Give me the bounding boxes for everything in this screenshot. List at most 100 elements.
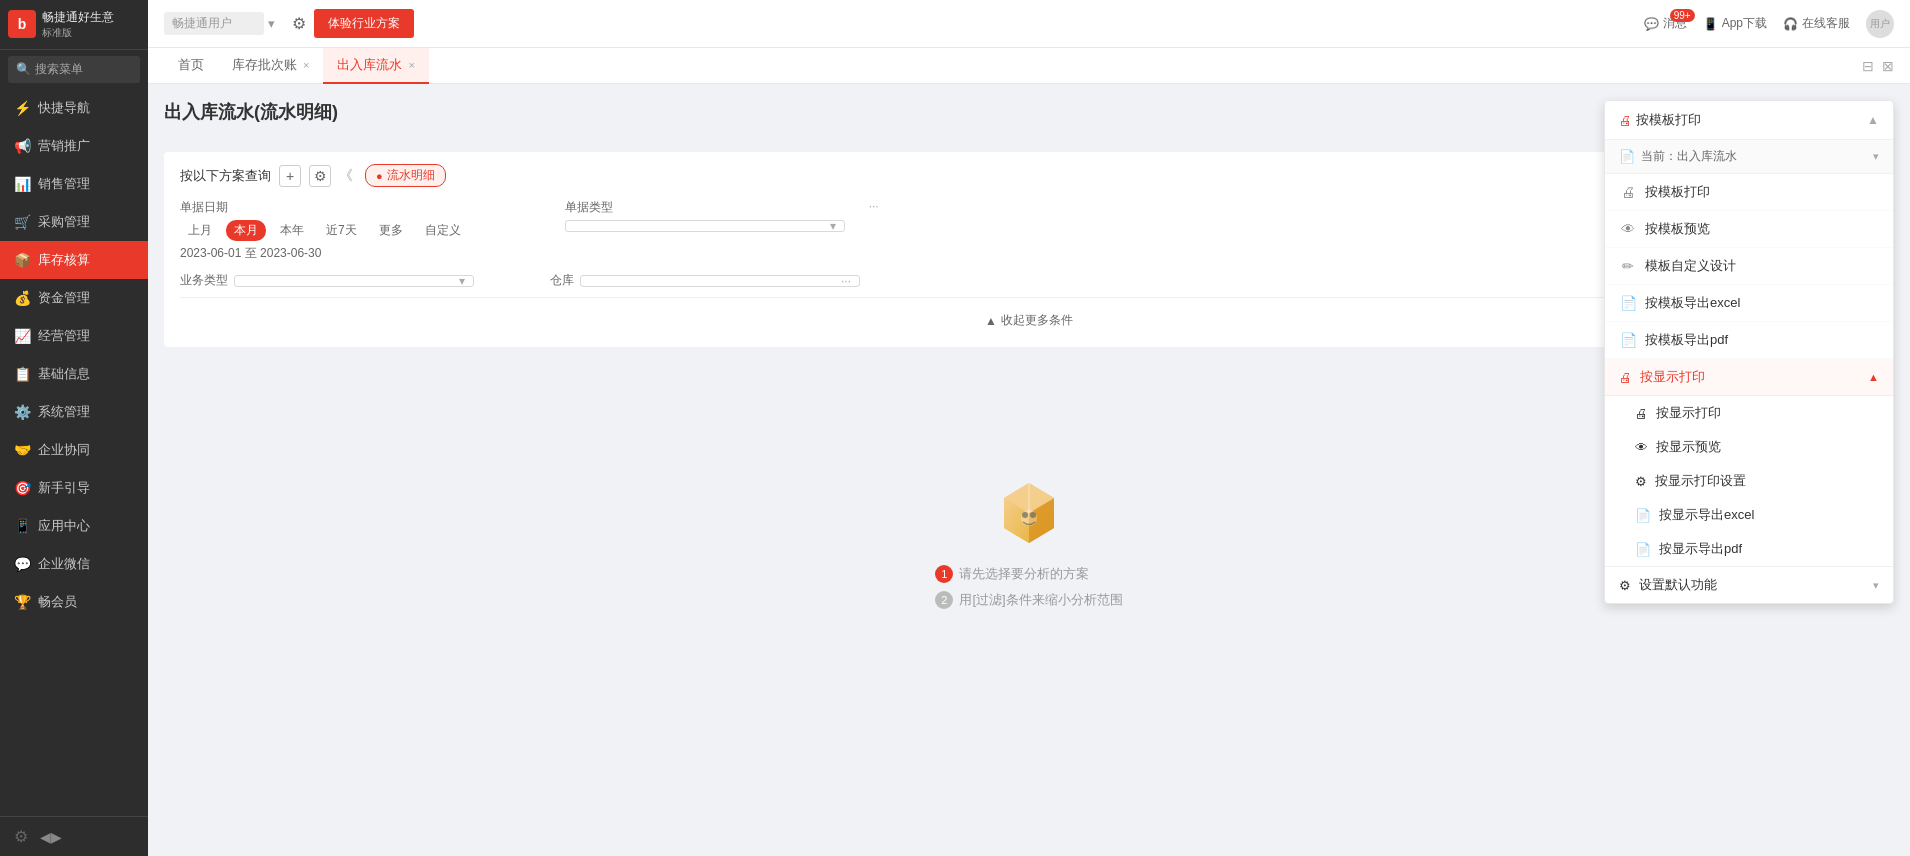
sidebar-item-label: 畅会员 bbox=[38, 593, 77, 611]
filter-add-button[interactable]: + bbox=[279, 165, 301, 187]
date-filter-group: 单据日期 上月 本月 本年 近7天 更多 自定义 2023-06-01 至 20… bbox=[180, 199, 469, 262]
empty-text-area: 1 请先选择要分析的方案 2 用[过滤]条件来缩小分析范围 bbox=[935, 565, 1122, 609]
warehouse-select[interactable]: ··· bbox=[580, 275, 860, 287]
print-header-icon: 🖨 bbox=[1619, 113, 1632, 128]
quick-nav-icon: ⚡ bbox=[14, 100, 30, 116]
tab-batch-account-label: 库存批次账 bbox=[232, 56, 297, 74]
sidebar-fold-icon[interactable]: ◀▶ bbox=[40, 829, 62, 845]
marketing-icon: 📢 bbox=[14, 138, 30, 154]
preset-custom[interactable]: 自定义 bbox=[417, 220, 469, 241]
sidebar-item-label: 企业微信 bbox=[38, 555, 90, 573]
dropdown-item-template-custom[interactable]: ✏ 模板自定义设计 bbox=[1605, 248, 1893, 285]
business-type-label: 业务类型 bbox=[180, 272, 228, 289]
message-btn[interactable]: 💬 消息 99+ bbox=[1644, 15, 1687, 32]
message-badge: 99+ bbox=[1670, 9, 1695, 22]
sidebar-settings-icon[interactable]: ⚙ bbox=[14, 827, 28, 846]
date-range-display: 2023-06-01 至 2023-06-30 bbox=[180, 245, 469, 262]
dropdown-item-display-export-excel[interactable]: 📄 按显示导出excel bbox=[1613, 498, 1893, 532]
online-service-btn[interactable]: 🎧 在线客服 bbox=[1783, 15, 1850, 32]
dropdown-title: 按模板打印 bbox=[1636, 111, 1701, 129]
filter-label: 按以下方案查询 bbox=[180, 167, 271, 185]
sidebar-item-appstore[interactable]: 📱 应用中心 bbox=[0, 507, 148, 545]
more-icon: ··· bbox=[841, 274, 851, 288]
doc-type-select-wrap: ▾ bbox=[565, 220, 845, 232]
tab-home[interactable]: 首页 bbox=[164, 48, 218, 84]
current-template-row: 📄 当前：出入库流水 ▾ bbox=[1605, 140, 1893, 174]
tab-batch-account-close[interactable]: × bbox=[303, 59, 309, 71]
search-menu-button[interactable]: 🔍 搜索菜单 bbox=[8, 56, 140, 83]
sidebar-item-purchase[interactable]: 🛒 采购管理 bbox=[0, 203, 148, 241]
sidebar-item-label: 新手引导 bbox=[38, 479, 90, 497]
current-template-arrow[interactable]: ▾ bbox=[1873, 150, 1879, 163]
app-logo: b bbox=[8, 10, 36, 38]
dropdown-close-arrow[interactable]: ▲ bbox=[1867, 113, 1879, 127]
sidebar-item-inventory[interactable]: 📦 库存核算 bbox=[0, 241, 148, 279]
preset-last-7-days[interactable]: 近7天 bbox=[318, 220, 365, 241]
doc-type-filter-group: 单据类型 ▾ bbox=[565, 199, 845, 232]
dropdown-item-template-export-excel[interactable]: 📄 按模板导出excel bbox=[1605, 285, 1893, 322]
sidebar-item-wechat[interactable]: 💬 企业微信 bbox=[0, 545, 148, 583]
basic-icon: 📋 bbox=[14, 366, 30, 382]
sidebar-item-quick-nav[interactable]: ⚡ 快捷导航 bbox=[0, 89, 148, 127]
preset-more[interactable]: 更多 bbox=[371, 220, 411, 241]
sidebar-search-area: 🔍 搜索菜单 bbox=[0, 50, 148, 89]
sidebar-item-guide[interactable]: 🎯 新手引导 bbox=[0, 469, 148, 507]
filter-settings-button[interactable]: ⚙ bbox=[309, 165, 331, 187]
app-subtitle: 标准版 bbox=[42, 26, 114, 39]
tab-minimize-icon[interactable]: ⊟ bbox=[1862, 58, 1874, 74]
doc-type-select[interactable]: ▾ bbox=[565, 220, 845, 232]
user-dropdown-icon[interactable]: ▾ bbox=[268, 16, 275, 31]
sidebar-item-enterprise[interactable]: 🤝 企业协同 bbox=[0, 431, 148, 469]
sidebar-item-label: 系统管理 bbox=[38, 403, 90, 421]
dropdown-item-template-print[interactable]: 🖨 按模板打印 bbox=[1605, 174, 1893, 211]
tab-inventory-flow-close[interactable]: × bbox=[408, 59, 414, 71]
collapse-btn[interactable]: ▲ 收起更多条件 bbox=[979, 306, 1079, 335]
preset-prev-month[interactable]: 上月 bbox=[180, 220, 220, 241]
business-type-select[interactable]: ▾ bbox=[234, 275, 474, 287]
topbar: 畅捷通用户 ▾ ⚙ 体验行业方案 💬 消息 99+ 📱 App下载 🎧 在线客服… bbox=[148, 0, 1910, 48]
sidebar-item-member[interactable]: 🏆 畅会员 bbox=[0, 583, 148, 621]
sidebar-item-finance[interactable]: 💰 资金管理 bbox=[0, 279, 148, 317]
tab-batch-account[interactable]: 库存批次账 × bbox=[218, 48, 323, 84]
template-icon: 📄 bbox=[1619, 149, 1635, 164]
preset-current-month[interactable]: 本月 bbox=[226, 220, 266, 241]
topbar-settings-icon[interactable]: ⚙ bbox=[292, 14, 306, 33]
dropdown-panel-footer[interactable]: ⚙ 设置默认功能 ▾ bbox=[1605, 566, 1893, 603]
chevron-up-icon: ▲ bbox=[985, 314, 997, 328]
chevron-down-icon: ▾ bbox=[830, 219, 836, 233]
dropdown-item-template-preview[interactable]: 👁 按模板预览 bbox=[1605, 211, 1893, 248]
display-sub-items: 🖨 按显示打印 👁 按显示预览 ⚙ 按显示打印设置 📄 按显示导出excel bbox=[1605, 396, 1893, 566]
industry-btn[interactable]: 体验行业方案 bbox=[314, 9, 414, 38]
sidebar-item-sales[interactable]: 📊 销售管理 bbox=[0, 165, 148, 203]
app-download-btn[interactable]: 📱 App下载 bbox=[1703, 15, 1767, 32]
dropdown-header-left: 🖨 按模板打印 bbox=[1619, 111, 1701, 129]
user-avatar[interactable]: 用户 bbox=[1866, 10, 1894, 38]
display-section-header[interactable]: 🖨 按显示打印 ▲ bbox=[1605, 359, 1893, 396]
dropdown-item-display-print[interactable]: 🖨 按显示打印 bbox=[1613, 396, 1893, 430]
headset-icon: 🎧 bbox=[1783, 17, 1798, 31]
sidebar-item-marketing[interactable]: 📢 营销推广 bbox=[0, 127, 148, 165]
sidebar-item-basic[interactable]: 📋 基础信息 bbox=[0, 355, 148, 393]
footer-settings-icon: ⚙ bbox=[1619, 578, 1631, 593]
dropdown-item-template-export-pdf[interactable]: 📄 按模板导出pdf bbox=[1605, 322, 1893, 359]
app-download-icon: 📱 bbox=[1703, 17, 1718, 31]
dropdown-item-display-settings[interactable]: ⚙ 按显示打印设置 bbox=[1613, 464, 1893, 498]
search-icon: 🔍 bbox=[16, 62, 31, 76]
finance-icon: 💰 bbox=[14, 290, 30, 306]
sidebar: b 畅捷通好生意 标准版 🔍 搜索菜单 ⚡ 快捷导航 📢 营销推广 📊 销售管理… bbox=[0, 0, 148, 856]
dropdown-item-display-export-pdf[interactable]: 📄 按显示导出pdf bbox=[1613, 532, 1893, 566]
empty-step2-text: 用[过滤]条件来缩小分析范围 bbox=[959, 591, 1122, 609]
tab-maximize-icon[interactable]: ⊠ bbox=[1882, 58, 1894, 74]
sidebar-item-system[interactable]: ⚙️ 系统管理 bbox=[0, 393, 148, 431]
doc-type-more-btn[interactable]: ··· bbox=[869, 199, 879, 213]
empty-step2: 2 用[过滤]条件来缩小分析范围 bbox=[935, 591, 1122, 609]
sidebar-item-label: 企业协同 bbox=[38, 441, 90, 459]
preset-current-year[interactable]: 本年 bbox=[272, 220, 312, 241]
display-pdf-icon: 📄 bbox=[1635, 542, 1651, 557]
dropdown-item-display-preview[interactable]: 👁 按显示预览 bbox=[1613, 430, 1893, 464]
sidebar-item-operations[interactable]: 📈 经营管理 bbox=[0, 317, 148, 355]
empty-step1: 1 请先选择要分析的方案 bbox=[935, 565, 1122, 583]
tab-inventory-flow[interactable]: 出入库流水 × bbox=[323, 48, 428, 84]
empty-step1-text: 请先选择要分析的方案 bbox=[959, 565, 1089, 583]
filter-collapse-icon[interactable]: 《 bbox=[339, 167, 353, 185]
